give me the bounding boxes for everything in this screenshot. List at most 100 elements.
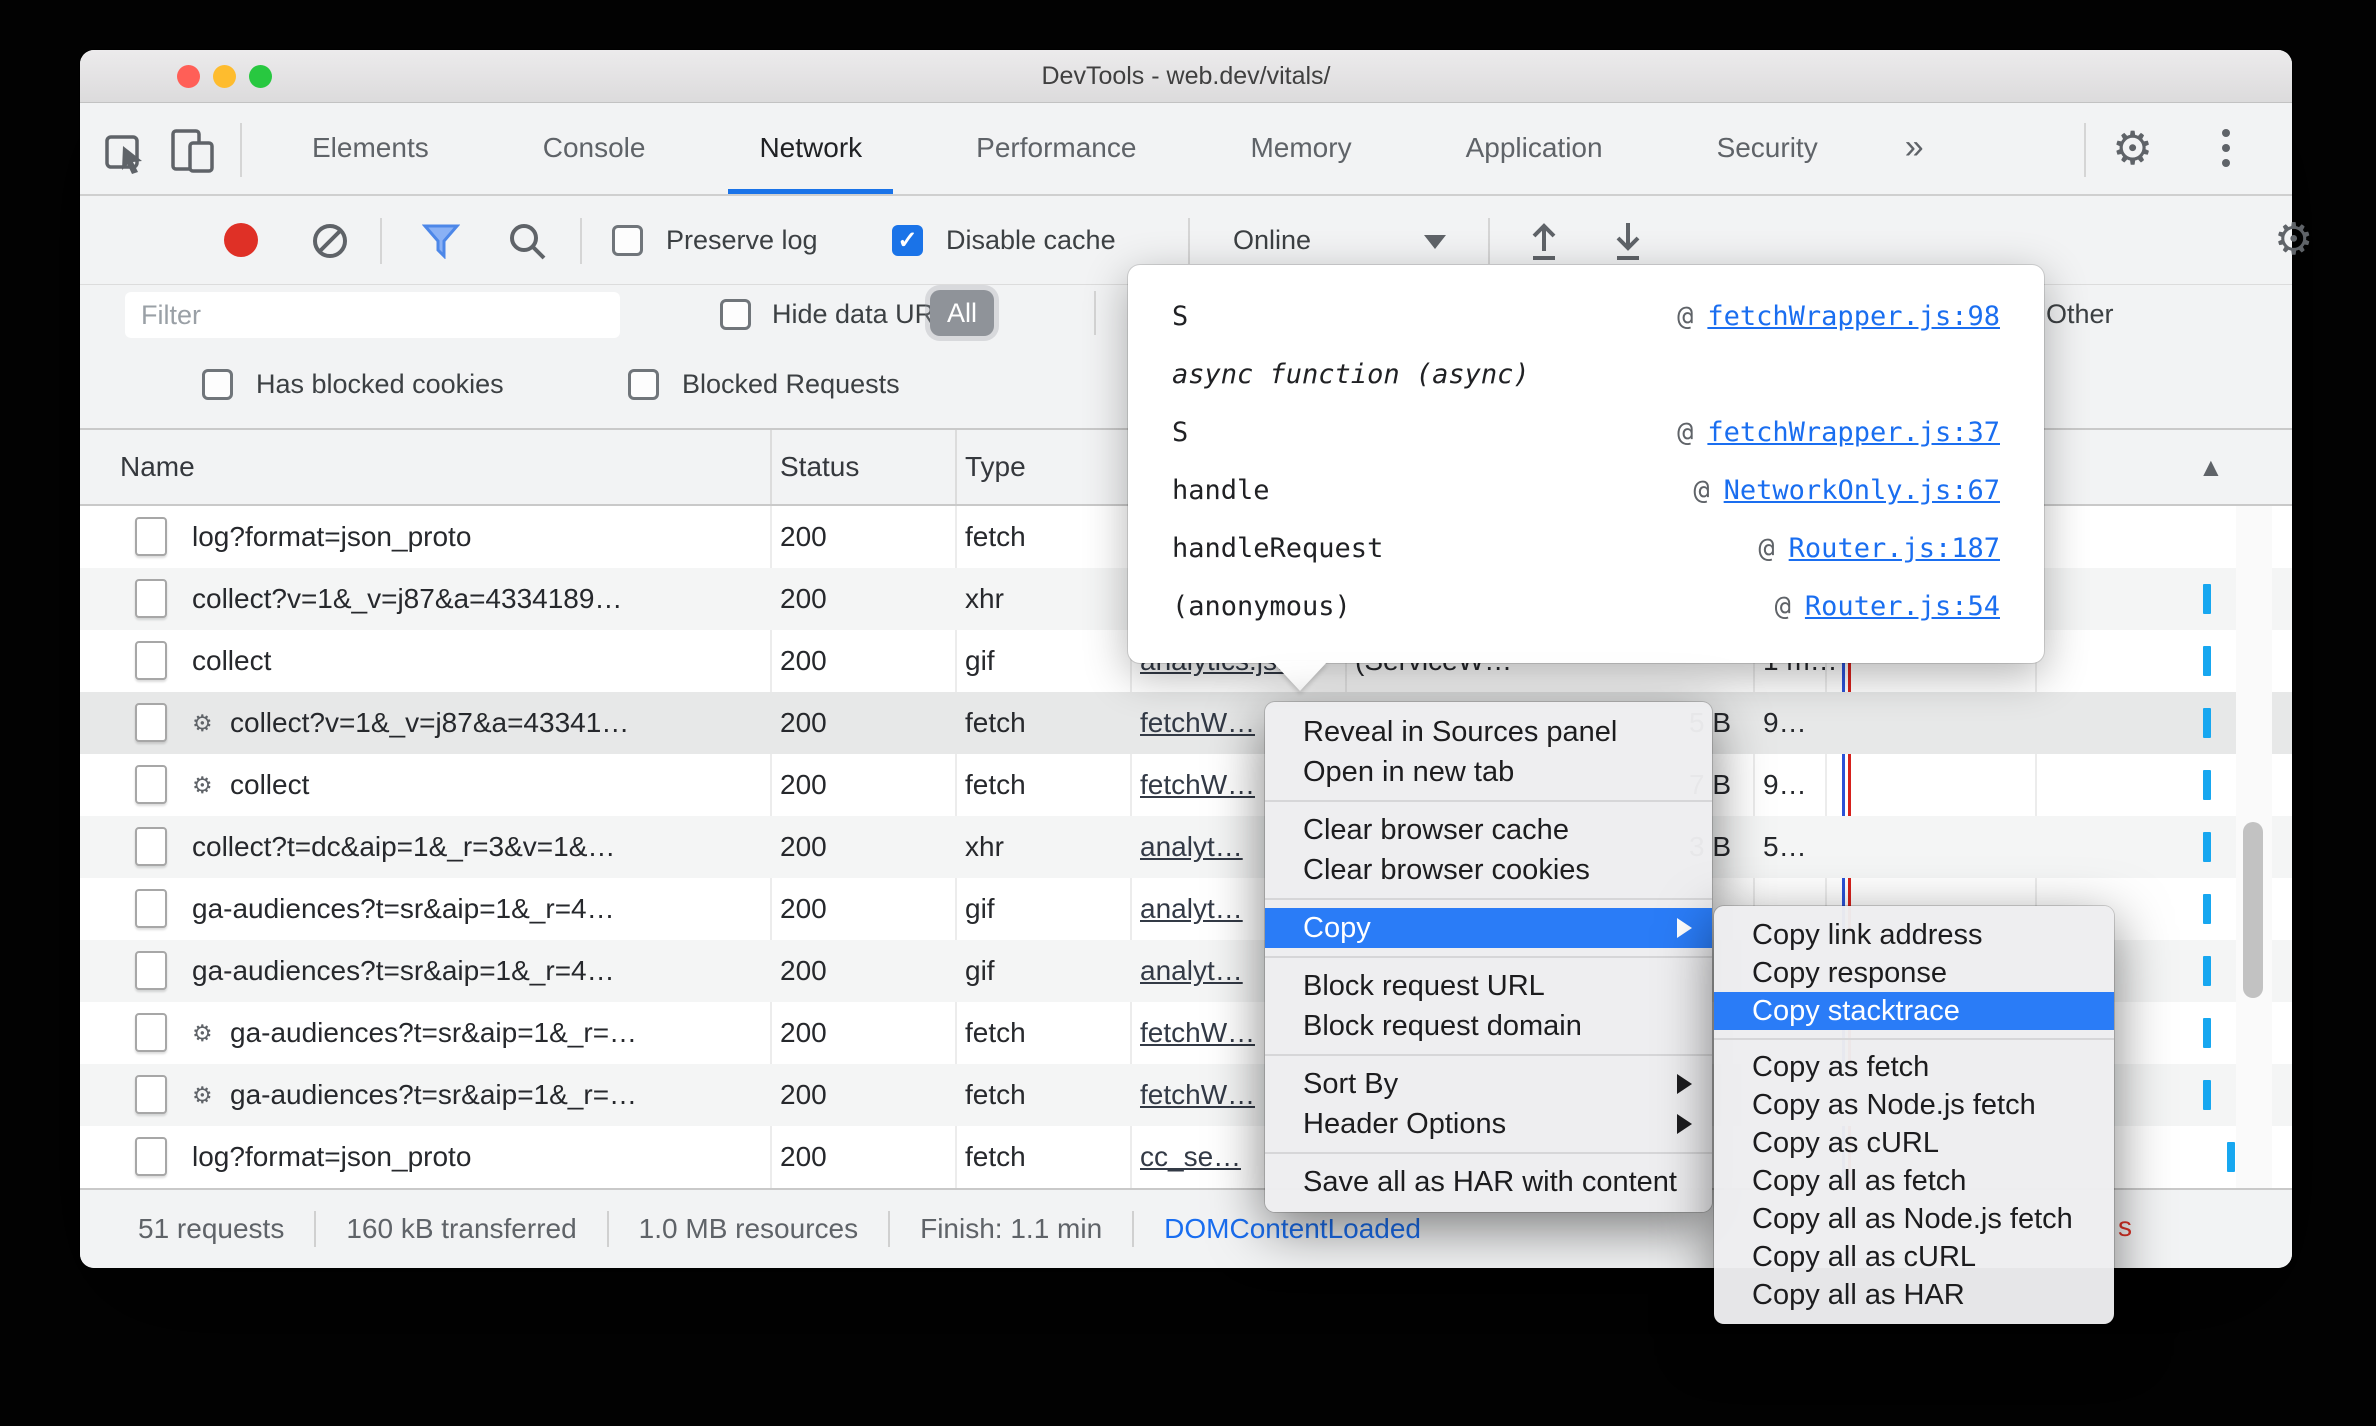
column-header-status[interactable]: Status [780,430,859,504]
preserve-log-checkbox[interactable] [612,225,643,256]
request-name[interactable]: log?format=json_proto [192,506,471,568]
waterfall-bar[interactable] [2203,894,2211,924]
menu-item-copy[interactable]: Copy [1265,908,1712,948]
menu-item-clear-browser-cookies[interactable]: Clear browser cookies [1265,850,1712,890]
record-network-log-button[interactable] [224,223,258,257]
settings-gear-icon[interactable]: ⚙ [2112,103,2153,194]
preserve-log-label[interactable]: Preserve log [666,196,818,284]
menu-item-reveal-in-sources-panel[interactable]: Reveal in Sources panel [1265,712,1712,752]
blocked-requests-label[interactable]: Blocked Requests [682,369,900,400]
has-blocked-cookies-label[interactable]: Has blocked cookies [256,369,504,400]
menu-item-block-request-domain[interactable]: Block request domain [1265,1006,1712,1046]
waterfall-bar[interactable] [2203,584,2211,614]
more-tabs-chevron-icon[interactable]: » [1875,103,1954,194]
waterfall-bar[interactable] [2203,708,2211,738]
request-name[interactable]: ga-audiences?t=sr&aip=1&_r=4… [192,878,615,940]
hide-data-urls-checkbox[interactable] [720,299,751,330]
request-name[interactable]: collect [230,754,309,816]
waterfall-bar[interactable] [2203,956,2211,986]
stack-frame-location-link[interactable]: Router.js:54 [1805,591,2000,622]
network-settings-gear-icon[interactable]: ⚙ [2274,196,2313,284]
request-checkbox[interactable] [135,1013,167,1052]
menu-item-copy-all-as-fetch[interactable]: Copy all as fetch [1714,1162,2114,1200]
request-initiator-link[interactable]: fetchW… [1140,692,1255,754]
waterfall-bar[interactable] [2203,646,2211,676]
table-row[interactable]: ⚙collect200fetchfetchW…7 B9… [80,754,2292,816]
request-checkbox[interactable] [135,889,167,928]
request-name[interactable]: log?format=json_proto [192,1126,471,1188]
menu-item-sort-by[interactable]: Sort By [1265,1064,1712,1104]
search-icon[interactable] [508,222,548,262]
menu-item-copy-link-address[interactable]: Copy link address [1714,916,2114,954]
table-row[interactable]: ⚙ collect?v=1&_v=j87&a=43341… 200 fetch fetc… [80,692,2292,754]
request-checkbox[interactable] [135,579,167,618]
request-name[interactable]: ga-audiences?t=sr&aip=1&_r=4… [192,940,615,1002]
menu-item-copy-response[interactable]: Copy response [1714,954,2114,992]
blocked-requests-checkbox[interactable] [628,369,659,400]
more-options-kebab-icon[interactable] [2222,129,2230,167]
stack-frame-location-link[interactable]: NetworkOnly.js:67 [1724,475,2000,506]
menu-item-open-in-new-tab[interactable]: Open in new tab [1265,752,1712,792]
menu-item-copy-stacktrace[interactable]: Copy stacktrace [1714,992,2114,1030]
request-initiator-link[interactable]: analyt… [1140,878,1243,940]
tab-console[interactable]: Console [486,103,703,194]
request-name[interactable]: collect?t=dc&aip=1&_r=3&v=1&… [192,816,615,878]
menu-item-copy-all-as-curl[interactable]: Copy all as cURL [1714,1238,2114,1276]
filter-pill-all[interactable]: All [930,290,995,336]
menu-item-save-all-as-har-with-content[interactable]: Save all as HAR with content [1265,1162,1712,1202]
menu-item-copy-all-as-node-js-fetch[interactable]: Copy all as Node.js fetch [1714,1200,2114,1238]
request-name[interactable]: collect?v=1&_v=j87&a=4334189… [192,568,622,630]
request-initiator-link[interactable]: fetchW… [1140,1064,1255,1126]
column-header-name[interactable]: Name [120,430,195,504]
menu-item-copy-all-as-har[interactable]: Copy all as HAR [1714,1276,2114,1314]
menu-item-copy-as-node-js-fetch[interactable]: Copy as Node.js fetch [1714,1086,2114,1124]
request-initiator-link[interactable]: analyt… [1140,940,1243,1002]
menu-item-copy-as-fetch[interactable]: Copy as fetch [1714,1048,2114,1086]
export-har-icon[interactable] [1610,221,1646,263]
request-checkbox[interactable] [135,765,167,804]
clear-network-log-icon[interactable] [311,222,349,260]
stack-frame-location-link[interactable]: Router.js:187 [1789,533,2000,564]
menu-item-copy-as-curl[interactable]: Copy as cURL [1714,1124,2114,1162]
request-initiator-link[interactable]: fetchW… [1140,754,1255,816]
request-initiator-link[interactable]: fetchW… [1140,1002,1255,1064]
request-checkbox[interactable] [135,703,167,742]
request-initiator-link[interactable]: cc_se… [1140,1126,1241,1188]
disable-cache-label[interactable]: Disable cache [946,196,1116,284]
has-blocked-cookies-checkbox[interactable] [202,369,233,400]
waterfall-bar[interactable] [2203,1018,2211,1048]
waterfall-bar[interactable] [2203,832,2211,862]
request-name[interactable]: ga-audiences?t=sr&aip=1&_r=… [230,1064,637,1126]
request-checkbox[interactable] [135,517,167,556]
inspect-element-icon[interactable] [102,125,152,175]
request-checkbox[interactable] [135,1137,167,1176]
filter-input[interactable] [125,292,620,338]
scrollbar-thumb[interactable] [2243,822,2263,998]
stack-frame-location-link[interactable]: fetchWrapper.js:37 [1707,417,2000,448]
menu-item-header-options[interactable]: Header Options [1265,1104,1712,1144]
waterfall-bar[interactable] [2203,1080,2211,1110]
menu-item-block-request-url[interactable]: Block request URL [1265,966,1712,1006]
stack-frame-location-link[interactable]: fetchWrapper.js:98 [1707,301,2000,332]
import-har-icon[interactable] [1526,221,1562,263]
request-checkbox[interactable] [135,951,167,990]
request-checkbox[interactable] [135,641,167,680]
request-name[interactable]: collect?v=1&_v=j87&a=43341… [230,692,629,754]
waterfall-bar[interactable] [2227,1142,2235,1172]
filter-pill-other[interactable]: Other [2046,299,2114,330]
table-row[interactable]: collect?t=dc&aip=1&_r=3&v=1&… 200 xhr analy… [80,816,2292,878]
sort-ascending-icon[interactable]: ▲ [2198,430,2224,504]
tab-performance[interactable]: Performance [919,103,1193,194]
request-checkbox[interactable] [135,1075,167,1114]
menu-item-clear-browser-cache[interactable]: Clear browser cache [1265,810,1712,850]
filter-funnel-icon[interactable] [422,223,460,259]
tab-memory[interactable]: Memory [1193,103,1408,194]
device-toolbar-icon[interactable] [168,125,220,175]
disable-cache-checkbox[interactable]: ✓ [892,225,923,256]
waterfall-bar[interactable] [2203,770,2211,800]
column-header-type[interactable]: Type [965,430,1026,504]
tab-elements[interactable]: Elements [255,103,486,194]
request-checkbox[interactable] [135,827,167,866]
request-name[interactable]: ga-audiences?t=sr&aip=1&_r=… [230,1002,637,1064]
request-initiator-link[interactable]: analyt… [1140,816,1243,878]
